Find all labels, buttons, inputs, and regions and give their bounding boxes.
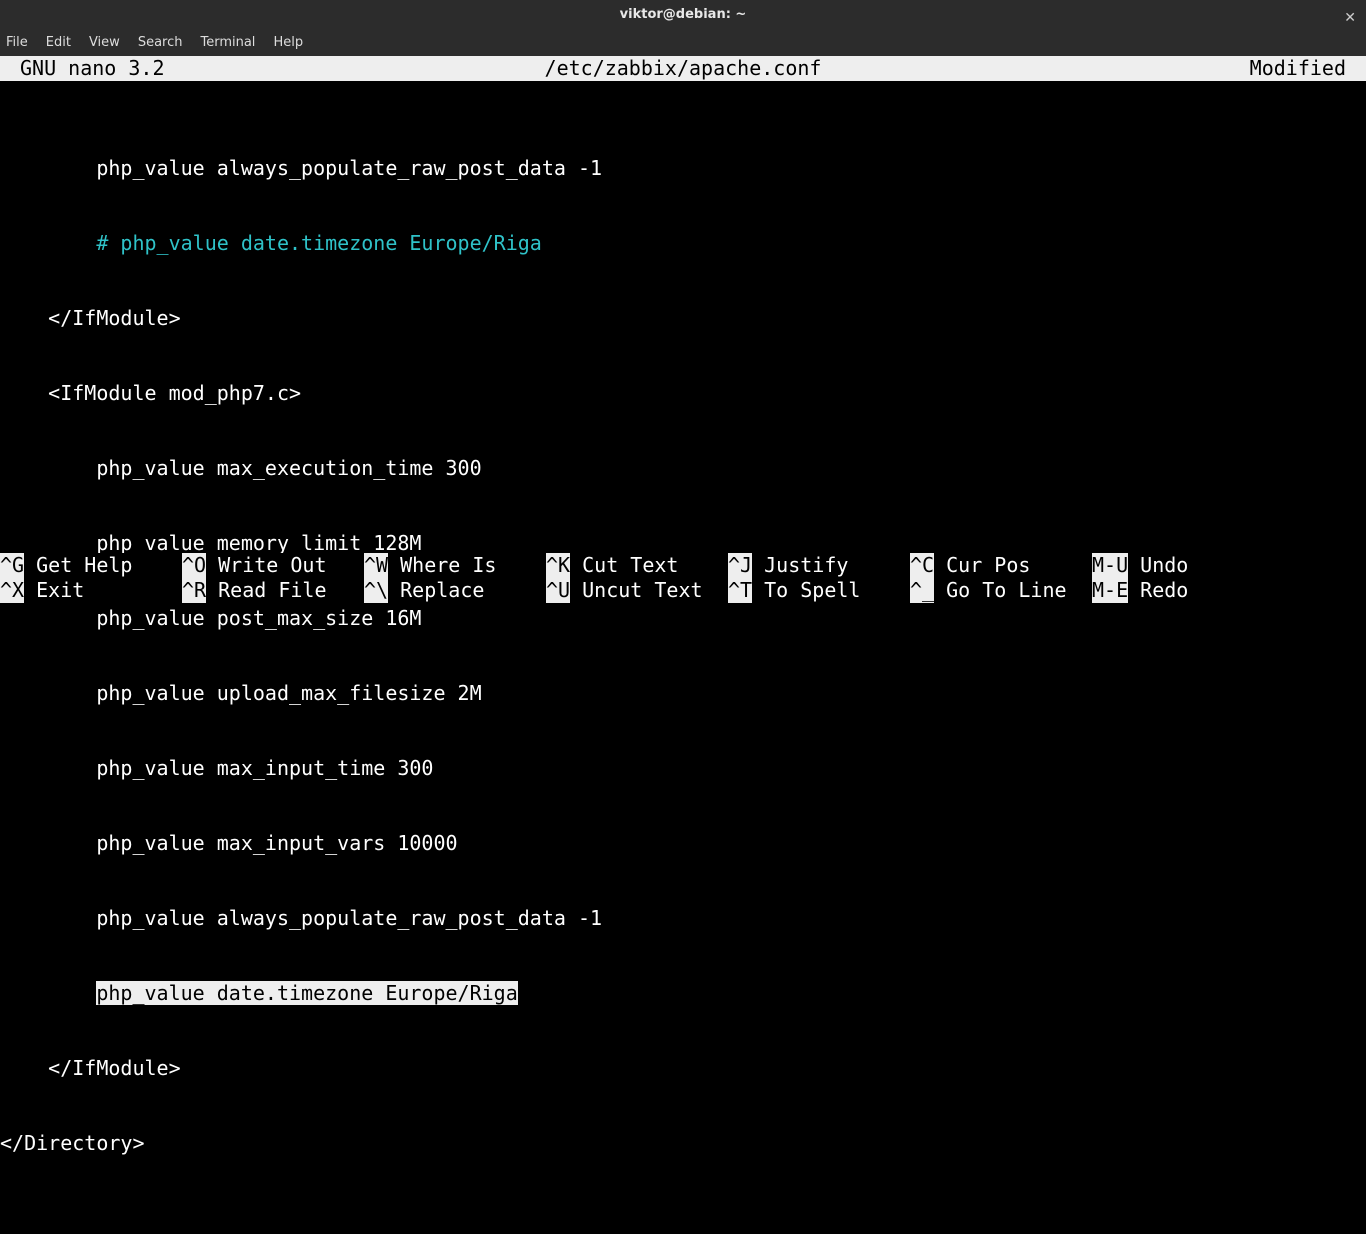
close-icon[interactable]: ✕ bbox=[1344, 6, 1356, 31]
editor-line: </IfModule> bbox=[0, 1056, 1366, 1081]
menu-file[interactable]: File bbox=[6, 30, 28, 55]
shortcut-label: Redo bbox=[1128, 578, 1188, 603]
editor-line: </IfModule> bbox=[0, 306, 1366, 331]
menu-view[interactable]: View bbox=[89, 30, 120, 55]
shortcut-key: M-E bbox=[1092, 578, 1128, 603]
menu-edit[interactable]: Edit bbox=[46, 30, 71, 55]
shortcut-label: Undo bbox=[1128, 553, 1188, 578]
nano-shortcuts: ^G Get Help ^O Write Out ^W Where Is ^K … bbox=[0, 553, 1366, 603]
editor-line bbox=[0, 1206, 1366, 1231]
editor-line: <IfModule mod_php7.c> bbox=[0, 381, 1366, 406]
shortcut-row: ^G Get Help ^O Write Out ^W Where Is ^K … bbox=[0, 553, 1366, 578]
shortcut-label: To Spell bbox=[752, 578, 860, 603]
shortcut-where-is: ^W Where Is bbox=[364, 553, 546, 578]
menu-terminal[interactable]: Terminal bbox=[200, 30, 255, 55]
shortcut-label: Read File bbox=[206, 578, 326, 603]
comment-text: # php_value date.timezone Europe/Riga bbox=[0, 231, 542, 255]
editor-line: php_value date.timezone Europe/Riga bbox=[0, 981, 1366, 1006]
shortcut-key: ^O bbox=[182, 553, 206, 578]
shortcut-label: Uncut Text bbox=[570, 578, 702, 603]
shortcut-label: Exit bbox=[24, 578, 84, 603]
shortcut-justify: ^J Justify bbox=[728, 553, 910, 578]
shortcut-exit: ^X Exit bbox=[0, 578, 182, 603]
shortcut-key: ^G bbox=[0, 553, 24, 578]
selected-text: php_value date.timezone Europe/Riga bbox=[96, 981, 517, 1005]
shortcut-label: Write Out bbox=[206, 553, 326, 578]
shortcut-key: ^J bbox=[728, 553, 752, 578]
shortcut-key: ^\ bbox=[364, 578, 388, 603]
shortcut-uncut-text: ^U Uncut Text bbox=[546, 578, 728, 603]
nano-version: GNU nano 3.2 bbox=[20, 56, 165, 81]
shortcut-cur-pos: ^C Cur Pos bbox=[910, 553, 1092, 578]
shortcut-key: ^K bbox=[546, 553, 570, 578]
editor-line: </Directory> bbox=[0, 1131, 1366, 1156]
nano-filename: /etc/zabbix/apache.conf bbox=[545, 56, 822, 81]
shortcut-label: Cut Text bbox=[570, 553, 678, 578]
editor-line: php_value upload_max_filesize 2M bbox=[0, 681, 1366, 706]
editor-line: php_value post_max_size 16M bbox=[0, 606, 1366, 631]
shortcut-cut-text: ^K Cut Text bbox=[546, 553, 728, 578]
editor-line: php_value max_input_time 300 bbox=[0, 756, 1366, 781]
nano-header: GNU nano 3.2 /etc/zabbix/apache.conf Mod… bbox=[0, 56, 1366, 81]
shortcut-undo: M-U Undo bbox=[1092, 553, 1274, 578]
shortcut-label: Go To Line bbox=[934, 578, 1066, 603]
shortcut-key: ^T bbox=[728, 578, 752, 603]
editor-line: php_value always_populate_raw_post_data … bbox=[0, 156, 1366, 181]
editor-line: php_value max_execution_time 300 bbox=[0, 456, 1366, 481]
editor-content[interactable]: php_value always_populate_raw_post_data … bbox=[0, 81, 1366, 1234]
editor-line: # php_value date.timezone Europe/Riga bbox=[0, 231, 1366, 256]
shortcut-key: ^X bbox=[0, 578, 24, 603]
shortcut-row: ^X Exit ^R Read File ^\ Replace ^U Uncut… bbox=[0, 578, 1366, 603]
editor-line: php_value always_populate_raw_post_data … bbox=[0, 906, 1366, 931]
shortcut-write-out: ^O Write Out bbox=[182, 553, 364, 578]
shortcut-key: ^_ bbox=[910, 578, 934, 603]
shortcut-go-to-line: ^_ Go To Line bbox=[910, 578, 1092, 603]
shortcut-label: Get Help bbox=[24, 553, 132, 578]
nano-modified: Modified bbox=[1250, 56, 1346, 81]
window-title: viktor@debian: ~ bbox=[620, 2, 747, 27]
shortcut-key: ^C bbox=[910, 553, 934, 578]
shortcut-get-help: ^G Get Help bbox=[0, 553, 182, 578]
shortcut-key: ^R bbox=[182, 578, 206, 603]
shortcut-replace: ^\ Replace bbox=[364, 578, 546, 603]
shortcut-key: M-U bbox=[1092, 553, 1128, 578]
menu-help[interactable]: Help bbox=[273, 30, 303, 55]
editor-line: php_value max_input_vars 10000 bbox=[0, 831, 1366, 856]
shortcut-redo: M-E Redo bbox=[1092, 578, 1274, 603]
shortcut-to-spell: ^T To Spell bbox=[728, 578, 910, 603]
shortcut-key: ^W bbox=[364, 553, 388, 578]
shortcut-label: Replace bbox=[388, 578, 484, 603]
shortcut-label: Cur Pos bbox=[934, 553, 1030, 578]
menubar: File Edit View Search Terminal Help bbox=[0, 28, 1366, 56]
shortcut-label: Justify bbox=[752, 553, 848, 578]
menu-search[interactable]: Search bbox=[138, 30, 183, 55]
shortcut-key: ^U bbox=[546, 578, 570, 603]
shortcut-read-file: ^R Read File bbox=[182, 578, 364, 603]
shortcut-label: Where Is bbox=[388, 553, 496, 578]
window-titlebar: viktor@debian: ~ ✕ bbox=[0, 0, 1366, 28]
